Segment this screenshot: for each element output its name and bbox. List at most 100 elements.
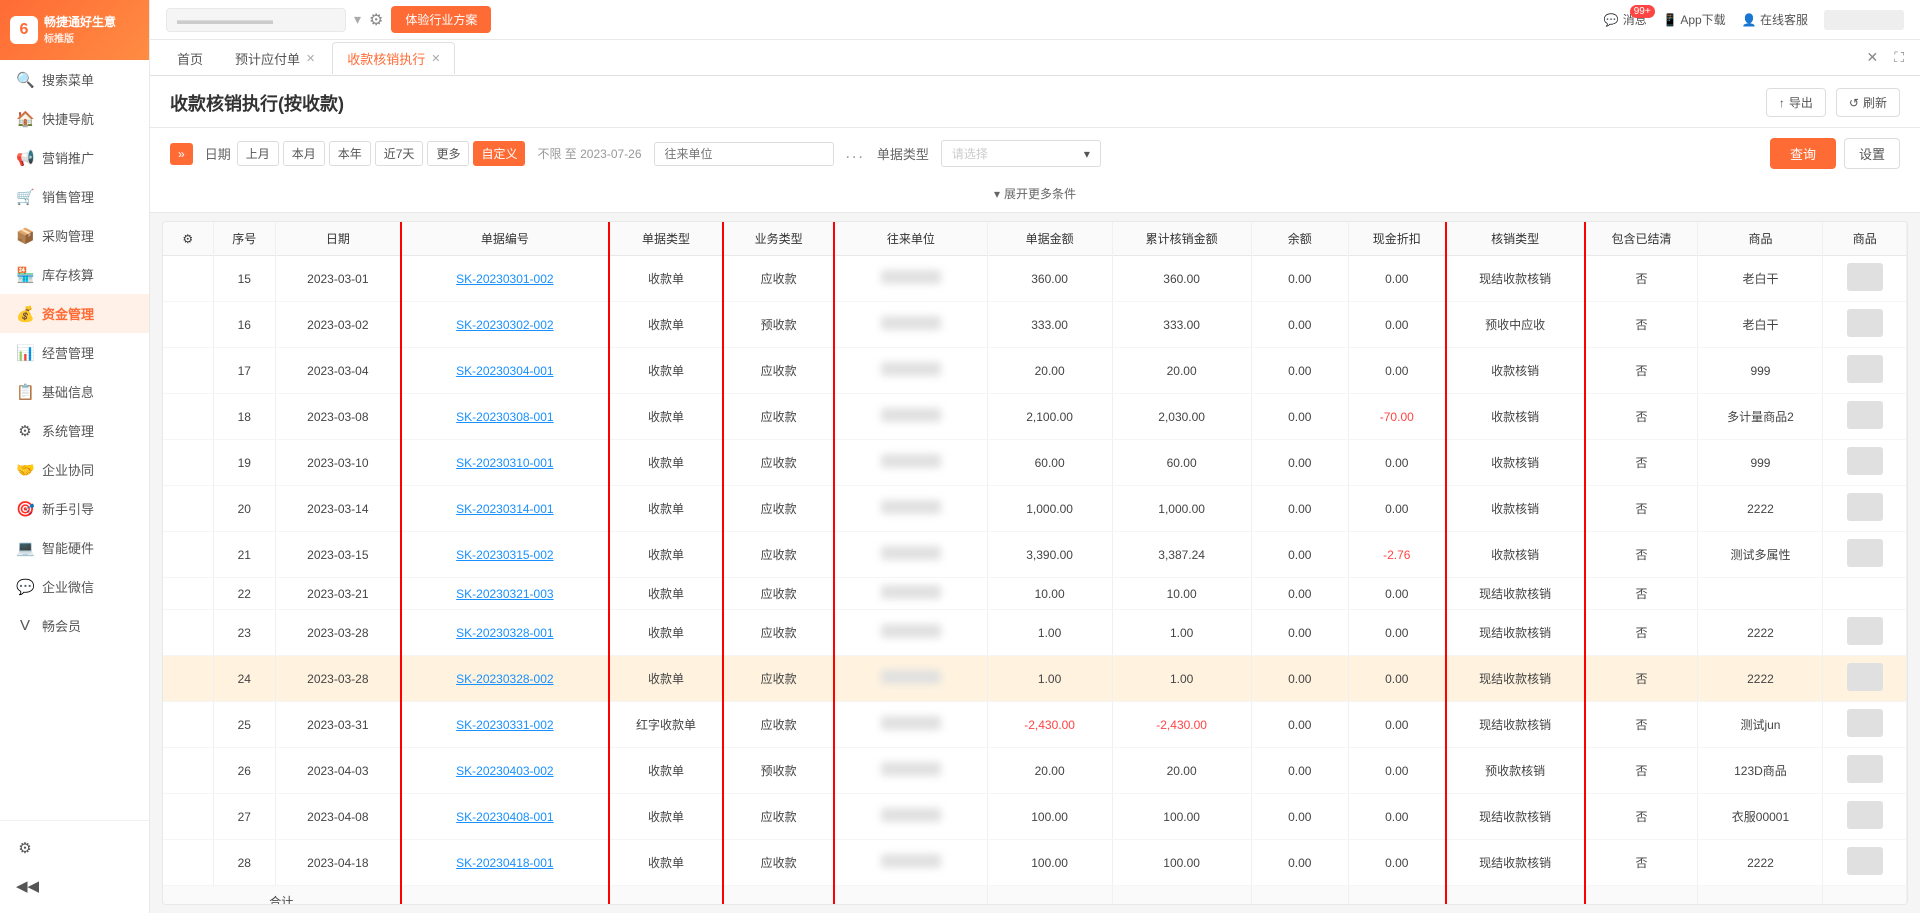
table-row: 26 2023-04-03 SK-20230403-002 收款单 预收款 20… xyxy=(163,748,1907,794)
cell-num: 24 xyxy=(213,656,276,702)
cell-sn[interactable]: SK-20230314-001 xyxy=(401,486,609,532)
app-download-link[interactable]: 📱 App下载 xyxy=(1663,11,1726,28)
maximize-window-btn[interactable]: ⛶ xyxy=(1890,47,1908,68)
cell-sn[interactable]: SK-20230301-002 xyxy=(401,256,609,302)
sidebar-item-collapse[interactable]: ◀◀ xyxy=(0,867,149,905)
expand-more-row: ▾ 展开更多条件 xyxy=(170,181,1900,202)
filter-date-7days[interactable]: 近7天 xyxy=(375,141,424,166)
export-button[interactable]: ↑ 导出 xyxy=(1766,88,1826,117)
cell-bill-type: 收款单 xyxy=(609,256,723,302)
filter-date-custom[interactable]: 自定义 xyxy=(473,141,525,166)
cell-date: 2023-03-08 xyxy=(276,394,401,440)
sidebar-item-system[interactable]: ⚙ 系统管理 xyxy=(0,411,149,450)
cell-cum-cancel: 100.00 xyxy=(1112,794,1251,840)
cell-cancel-type: 收款核销 xyxy=(1446,348,1585,394)
settings-gear-icon[interactable]: ⚙ xyxy=(369,10,383,30)
cell-bill-type: 收款单 xyxy=(609,610,723,656)
tab-collection-close[interactable]: ✕ xyxy=(431,52,440,65)
cell-sn[interactable]: SK-20230418-001 xyxy=(401,840,609,886)
th-gear[interactable]: ⚙ xyxy=(163,222,213,256)
cell-sn[interactable]: SK-20230321-003 xyxy=(401,578,609,610)
cell-sn[interactable]: SK-20230315-002 xyxy=(401,532,609,578)
cell-sn[interactable]: SK-20230304-001 xyxy=(401,348,609,394)
cell-include-settled: 否 xyxy=(1585,578,1698,610)
expand-more-button[interactable]: ▾ 展开更多条件 xyxy=(994,185,1076,202)
cell-balance: 0.00 xyxy=(1251,610,1348,656)
filter-date-this-year[interactable]: 本年 xyxy=(329,141,371,166)
bill-type-select[interactable]: 请选择 ▾ xyxy=(941,140,1101,167)
wechat-icon: 💬 xyxy=(16,578,34,596)
filter-date-more[interactable]: 更多 xyxy=(427,141,469,166)
tab-prepay[interactable]: 预计应付单 ✕ xyxy=(220,42,330,74)
topbar-right: 💬 消息 99+ 📱 App下载 👤 在线客服 xyxy=(1604,10,1904,30)
table-row: 17 2023-03-04 SK-20230304-001 收款单 应收款 20… xyxy=(163,348,1907,394)
solution-button[interactable]: 体验行业方案 xyxy=(391,6,491,33)
sidebar-item-operation[interactable]: 📊 经营管理 xyxy=(0,333,149,372)
unit-search-input[interactable] xyxy=(654,142,834,166)
sidebar-item-marketing[interactable]: 📢 营销推广 xyxy=(0,138,149,177)
cell-num: 19 xyxy=(213,440,276,486)
cell-sn[interactable]: SK-20230403-002 xyxy=(401,748,609,794)
message-badge-container[interactable]: 💬 消息 99+ xyxy=(1604,11,1647,28)
tab-prepay-close[interactable]: ✕ xyxy=(306,52,315,65)
footer-unit xyxy=(834,886,987,906)
cell-bill-type: 收款单 xyxy=(609,440,723,486)
sidebar-item-member[interactable]: V 畅会员 xyxy=(0,606,149,645)
app-logo-icon: 6 xyxy=(10,16,38,44)
sidebar-item-purchase[interactable]: 📦 采购管理 xyxy=(0,216,149,255)
cell-unit xyxy=(834,656,987,702)
sidebar-item-settings[interactable]: ⚙ xyxy=(0,829,149,867)
cell-sn[interactable]: SK-20230328-002 xyxy=(401,656,609,702)
online-service-link[interactable]: 👤 在线客服 xyxy=(1742,11,1808,28)
sidebar-item-wechat[interactable]: 💬 企业微信 xyxy=(0,567,149,606)
tab-collection[interactable]: 收款核销执行 ✕ xyxy=(332,42,455,74)
sidebar-item-sales[interactable]: 🛒 销售管理 xyxy=(0,177,149,216)
tab-home[interactable]: 首页 xyxy=(162,42,218,74)
cell-goods: 2222 xyxy=(1698,610,1823,656)
cell-include-settled: 否 xyxy=(1585,656,1698,702)
cell-bill-type: 收款单 xyxy=(609,840,723,886)
sidebar-item-inventory[interactable]: 🏪 库存核算 xyxy=(0,255,149,294)
cell-gear xyxy=(163,532,213,578)
sidebar-item-quick[interactable]: 🏠 快捷导航 xyxy=(0,99,149,138)
cell-biz-type: 应收款 xyxy=(723,394,834,440)
cell-biz-type: 应收款 xyxy=(723,256,834,302)
cell-sn[interactable]: SK-20230302-002 xyxy=(401,302,609,348)
th-sn: 单据编号 xyxy=(401,222,609,256)
dropdown-arrow[interactable]: ▾ xyxy=(354,11,361,28)
sidebar-label-finance: 资金管理 xyxy=(42,304,94,323)
cell-gear xyxy=(163,486,213,532)
sidebar-item-collab[interactable]: 🤝 企业协同 xyxy=(0,450,149,489)
sidebar-item-search[interactable]: 🔍 搜索菜单 xyxy=(0,60,149,99)
sidebar-item-hardware[interactable]: 💻 智能硬件 xyxy=(0,528,149,567)
query-button[interactable]: 查询 xyxy=(1770,138,1836,169)
filter-toggle-button[interactable]: » xyxy=(170,143,193,165)
cell-sn[interactable]: SK-20230328-001 xyxy=(401,610,609,656)
filter-settings-button[interactable]: 设置 xyxy=(1844,138,1900,169)
filter-date-this-month[interactable]: 本月 xyxy=(283,141,325,166)
cell-sn[interactable]: SK-20230308-001 xyxy=(401,394,609,440)
sidebar-item-basic[interactable]: 📋 基础信息 xyxy=(0,372,149,411)
close-window-btn[interactable]: ✕ xyxy=(1862,47,1882,68)
cell-num: 18 xyxy=(213,394,276,440)
topbar: ▬▬▬▬▬▬▬▬ ▾ ⚙ 体验行业方案 💬 消息 99+ 📱 App下载 👤 在… xyxy=(150,0,1920,40)
cell-sn[interactable]: SK-20230408-001 xyxy=(401,794,609,840)
topbar-left: ▬▬▬▬▬▬▬▬ ▾ ⚙ 体验行业方案 xyxy=(166,6,1592,33)
cell-goods-img xyxy=(1823,578,1907,610)
table-row: 24 2023-03-28 SK-20230328-002 收款单 应收款 1.… xyxy=(163,656,1907,702)
table-row: 27 2023-04-08 SK-20230408-001 收款单 应收款 10… xyxy=(163,794,1907,840)
app-name: 畅捷通好生意 xyxy=(44,15,116,31)
th-cancel-type: 核销类型 xyxy=(1446,222,1585,256)
cell-balance: 0.00 xyxy=(1251,440,1348,486)
page-title-row: 收款核销执行(按收款) ↑ 导出 ↺ 刷新 xyxy=(170,88,1900,127)
cell-cum-cancel: 1.00 xyxy=(1112,610,1251,656)
filter-date-prev-month[interactable]: 上月 xyxy=(237,141,279,166)
cell-include-settled: 否 xyxy=(1585,610,1698,656)
th-balance: 余额 xyxy=(1251,222,1348,256)
sidebar-item-finance[interactable]: 💰 资金管理 xyxy=(0,294,149,333)
sidebar-item-guide[interactable]: 🎯 新手引导 xyxy=(0,489,149,528)
refresh-button[interactable]: ↺ 刷新 xyxy=(1836,88,1900,117)
cell-sn[interactable]: SK-20230310-001 xyxy=(401,440,609,486)
table-row: 22 2023-03-21 SK-20230321-003 收款单 应收款 10… xyxy=(163,578,1907,610)
cell-sn[interactable]: SK-20230331-002 xyxy=(401,702,609,748)
